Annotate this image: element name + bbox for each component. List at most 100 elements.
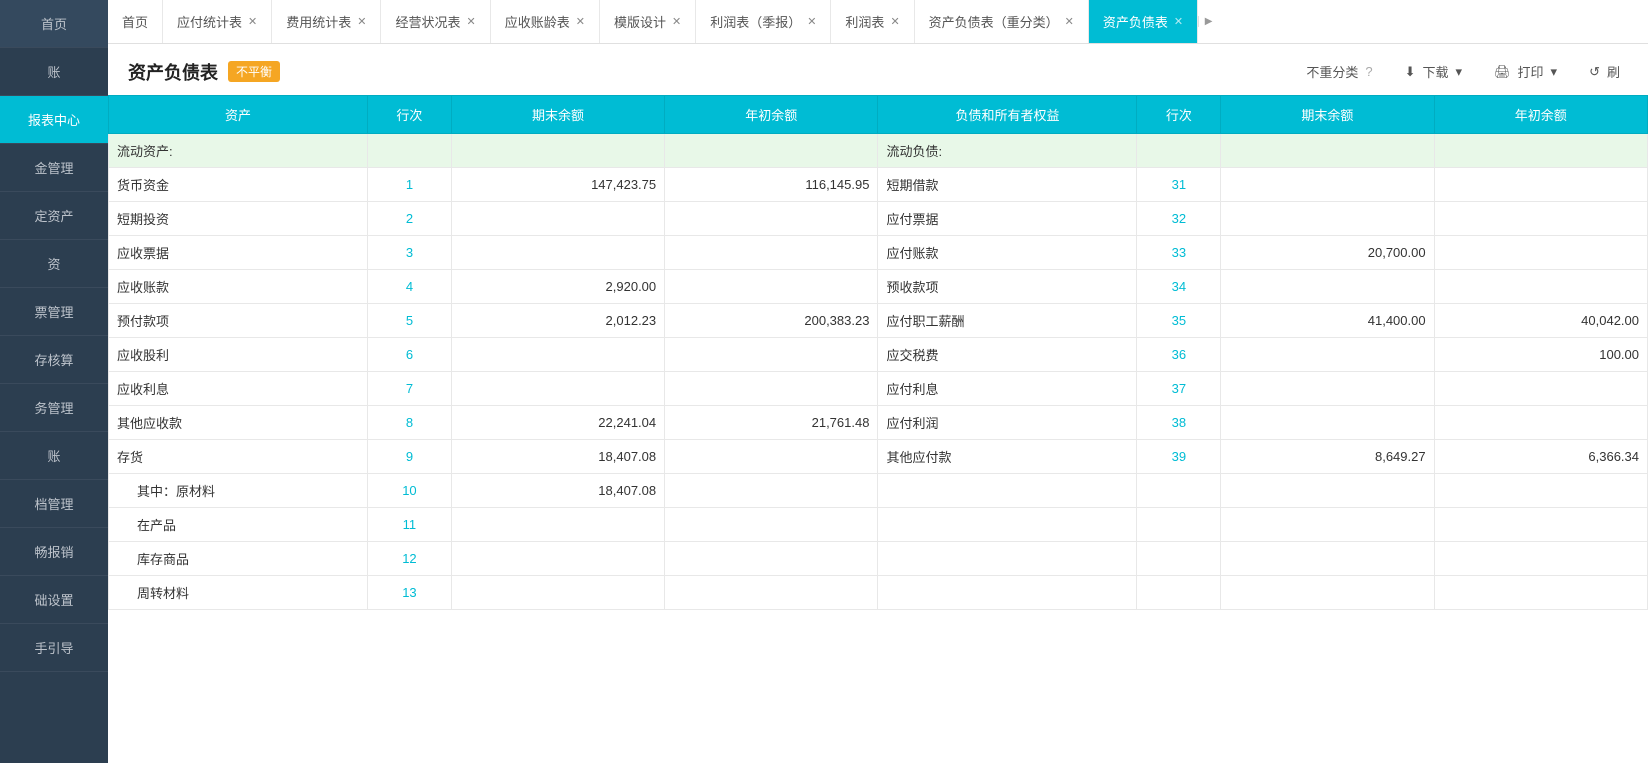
liability-label — [878, 542, 1137, 576]
asset-label: 存货 — [109, 440, 368, 474]
sidebar-item-archive[interactable]: 档管理 — [0, 480, 108, 528]
liability-year-start: 40,042.00 — [1434, 304, 1647, 338]
liability-label — [878, 474, 1137, 508]
liability-lineno: 38 — [1137, 406, 1221, 440]
liability-period-end: 41,400.00 — [1221, 304, 1434, 338]
asset-lineno: 10 — [368, 474, 452, 508]
header-actions: 不重分类 ? ⬇ 下载 ▾ 🖨 打印 ▾ ↺ 刷 — [1298, 58, 1628, 85]
liability-period-end — [1221, 406, 1434, 440]
asset-year-start — [665, 474, 878, 508]
unbalanced-badge: 不平衡 — [228, 61, 280, 82]
liability-period-end: 20,700.00 — [1221, 236, 1434, 270]
table-row: 应收利息 7 应付利息 37 — [109, 372, 1648, 406]
page-title: 资产负债表 — [128, 59, 218, 85]
sidebar-item-accounts2[interactable]: 账 — [0, 432, 108, 480]
liability-label: 预收款项 — [878, 270, 1137, 304]
liability-year-start — [1434, 542, 1647, 576]
question-icon: ? — [1365, 64, 1372, 79]
close-ap-stats[interactable]: ✕ — [248, 15, 257, 28]
sidebar-item-fixed-assets[interactable]: 定资产 — [0, 192, 108, 240]
liability-lineno: 36 — [1137, 338, 1221, 372]
sidebar-item-inventory[interactable]: 存核算 — [0, 336, 108, 384]
asset-label: 在产品 — [109, 508, 368, 542]
table-row: 应收股利 6 应交税费 36 100.00 — [109, 338, 1648, 372]
tab-profit[interactable]: 利润表 ✕ — [831, 0, 914, 44]
tab-expense-stats[interactable]: 费用统计表 ✕ — [272, 0, 381, 44]
close-balance-sheet[interactable]: ✕ — [1174, 15, 1183, 28]
asset-year-start — [665, 372, 878, 406]
table-row: 其他应收款 8 22,241.04 21,761.48 应付利润 38 — [109, 406, 1648, 440]
liability-year-start — [1434, 406, 1647, 440]
asset-label: 应收利息 — [109, 372, 368, 406]
liability-period-end — [1221, 338, 1434, 372]
tab-ap-stats[interactable]: 应付统计表 ✕ — [163, 0, 272, 44]
close-balance-reclassified[interactable]: ✕ — [1065, 15, 1074, 28]
download-btn[interactable]: ⬇ 下载 ▾ — [1397, 58, 1470, 85]
close-ar-aging[interactable]: ✕ — [576, 15, 585, 28]
asset-year-start: 21,761.48 — [665, 406, 878, 440]
sidebar-item-home[interactable]: 首页 — [0, 0, 108, 48]
sidebar-item-tax-mgmt[interactable]: 务管理 — [0, 384, 108, 432]
print-btn[interactable]: 🖨 打印 ▾ — [1486, 58, 1565, 85]
close-expense-stats[interactable]: ✕ — [357, 15, 366, 28]
liability-lineno: 32 — [1137, 202, 1221, 236]
asset-lineno: 12 — [368, 542, 452, 576]
liability-year-start — [1434, 474, 1647, 508]
asset-period-end — [451, 338, 664, 372]
close-profit-quarterly[interactable]: ✕ — [807, 15, 816, 28]
download-icon: ⬇ — [1405, 64, 1416, 80]
close-operation-status[interactable]: ✕ — [467, 15, 476, 28]
liability-lineno: 31 — [1137, 168, 1221, 202]
liability-label: 其他应付款 — [878, 440, 1137, 474]
asset-year-start — [665, 542, 878, 576]
close-template-design[interactable]: ✕ — [672, 15, 681, 28]
no-reclassify-btn[interactable]: 不重分类 ? — [1298, 58, 1380, 85]
sidebar-item-bill-mgmt[interactable]: 票管理 — [0, 288, 108, 336]
header-lineno2: 行次 — [1137, 96, 1221, 134]
table-row: 预付款项 5 2,012.23 200,383.23 应付职工薪酬 35 41,… — [109, 304, 1648, 338]
liability-label: 应付利润 — [878, 406, 1137, 440]
tab-balance-reclassified[interactable]: 资产负债表（重分类） ✕ — [915, 0, 1089, 44]
asset-lineno: 8 — [368, 406, 452, 440]
liability-year-start: 6,366.34 — [1434, 440, 1647, 474]
sidebar-item-investment[interactable]: 资 — [0, 240, 108, 288]
liability-label: 短期借款 — [878, 168, 1137, 202]
tab-scroll-right[interactable]: ▶ — [1198, 16, 1218, 27]
asset-period-end — [451, 202, 664, 236]
table-row: 在产品 11 — [109, 508, 1648, 542]
close-profit[interactable]: ✕ — [890, 15, 899, 28]
tab-profit-quarterly[interactable]: 利润表（季报） ✕ — [696, 0, 831, 44]
tab-balance-sheet[interactable]: 资产负债表 ✕ — [1089, 0, 1198, 44]
asset-period-end: 147,423.75 — [451, 168, 664, 202]
liability-lineno: 34 — [1137, 270, 1221, 304]
sidebar-item-accounts[interactable]: 账 — [0, 48, 108, 96]
tab-ar-aging[interactable]: 应收账龄表 ✕ — [491, 0, 600, 44]
tab-home[interactable]: 首页 — [108, 0, 163, 44]
header-year-start2: 年初余额 — [1434, 96, 1647, 134]
tab-operation-status[interactable]: 经营状况表 ✕ — [381, 0, 490, 44]
asset-label: 短期投资 — [109, 202, 368, 236]
sidebar-item-marketing[interactable]: 畅报销 — [0, 528, 108, 576]
sidebar-item-fund-mgmt[interactable]: 金管理 — [0, 144, 108, 192]
asset-year-start — [665, 508, 878, 542]
liability-label: 应付票据 — [878, 202, 1137, 236]
tab-template-design[interactable]: 模版设计 ✕ — [600, 0, 696, 44]
table-row: 流动资产: 流动负债: — [109, 134, 1648, 168]
sidebar-item-settings[interactable]: 础设置 — [0, 576, 108, 624]
header-lineno: 行次 — [368, 96, 452, 134]
sidebar-item-guide[interactable]: 手引导 — [0, 624, 108, 672]
asset-period-end — [451, 372, 664, 406]
refresh-btn[interactable]: ↺ 刷 — [1581, 58, 1628, 85]
asset-period-end — [451, 508, 664, 542]
asset-lineno: 6 — [368, 338, 452, 372]
chevron-down-print-icon: ▾ — [1551, 64, 1558, 80]
liability-period-end — [1221, 542, 1434, 576]
asset-lineno: 3 — [368, 236, 452, 270]
table-row: 货币资金 1 147,423.75 116,145.95 短期借款 31 — [109, 168, 1648, 202]
sidebar-item-report-center[interactable]: 报表中心 — [0, 96, 108, 144]
chevron-down-icon: ▾ — [1455, 64, 1462, 80]
asset-label: 周转材料 — [109, 576, 368, 610]
liability-period-end — [1221, 474, 1434, 508]
liability-year-start — [1434, 270, 1647, 304]
asset-lineno: 11 — [368, 508, 452, 542]
